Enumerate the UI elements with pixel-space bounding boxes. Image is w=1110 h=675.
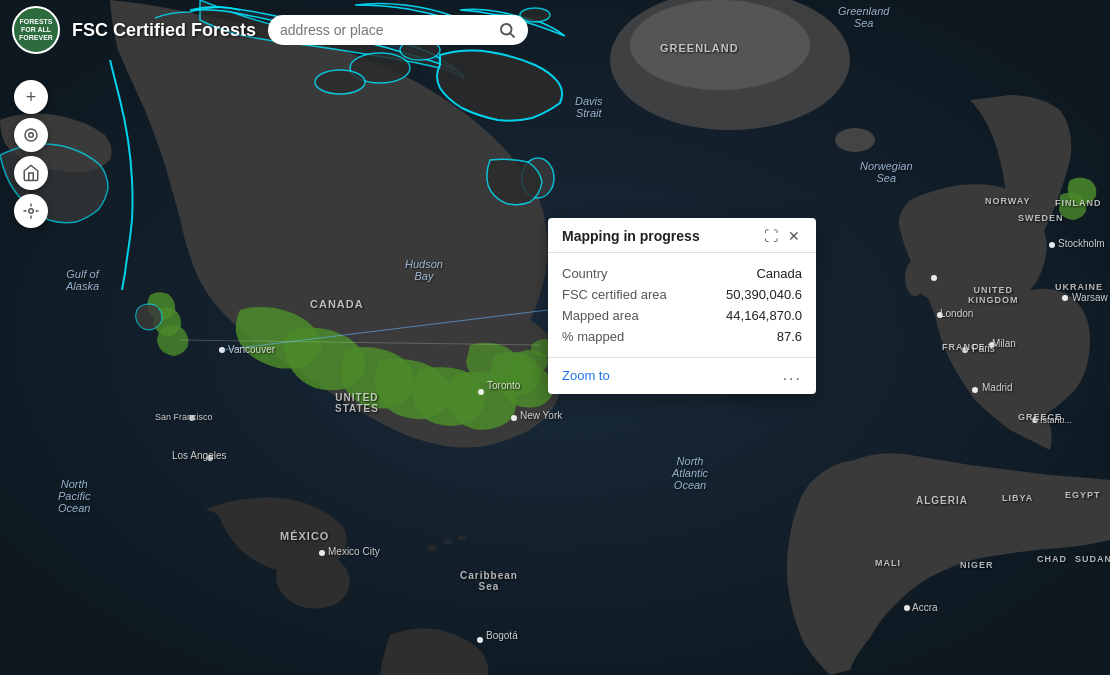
svg-point-31 xyxy=(972,387,978,393)
popup-value-fsc-area: 50,390,040.6 xyxy=(726,287,802,302)
locate-button[interactable] xyxy=(14,194,48,228)
svg-point-29 xyxy=(937,312,943,318)
svg-point-34 xyxy=(989,342,995,348)
svg-point-24 xyxy=(319,550,325,556)
popup-row-fsc-area: FSC certified area 50,390,040.6 xyxy=(562,284,802,305)
svg-point-38 xyxy=(25,129,37,141)
svg-point-33 xyxy=(931,275,937,281)
svg-point-3 xyxy=(835,128,875,152)
svg-point-23 xyxy=(207,455,213,461)
map-controls: + xyxy=(14,80,48,228)
popup: Mapping in progress ⛶ ✕ Country Canada F… xyxy=(548,218,816,394)
svg-point-30 xyxy=(962,347,968,353)
popup-row-country: Country Canada xyxy=(562,263,802,284)
popup-footer: Zoom to ... xyxy=(548,357,816,394)
popup-label-country: Country xyxy=(562,266,608,281)
svg-point-39 xyxy=(29,133,34,138)
zoom-in-button[interactable]: + xyxy=(14,80,48,114)
svg-point-20 xyxy=(478,389,484,395)
popup-label-fsc-area: FSC certified area xyxy=(562,287,667,302)
svg-point-17 xyxy=(458,536,466,540)
svg-point-27 xyxy=(1049,242,1055,248)
popup-body: Country Canada FSC certified area 50,390… xyxy=(548,253,816,357)
svg-point-25 xyxy=(477,637,483,643)
search-input[interactable] xyxy=(280,22,490,38)
popup-value-mapped-area: 44,164,870.0 xyxy=(726,308,802,323)
layers-button[interactable] xyxy=(14,118,48,152)
logo: FORESTS FOR ALL FOREVER xyxy=(12,6,60,54)
popup-header: Mapping in progress ⛶ ✕ xyxy=(548,218,816,253)
svg-point-15 xyxy=(427,545,437,551)
home-button[interactable] xyxy=(14,156,48,190)
popup-value-country: Canada xyxy=(756,266,802,281)
popup-row-pct-mapped: % mapped 87.6 xyxy=(562,326,802,347)
svg-point-5 xyxy=(905,260,925,296)
popup-maximize-button[interactable]: ⛶ xyxy=(762,229,780,243)
logo-text: FORESTS FOR ALL FOREVER xyxy=(14,18,58,41)
popup-value-pct-mapped: 87.6 xyxy=(777,329,802,344)
svg-point-21 xyxy=(511,415,517,421)
popup-row-mapped-area: Mapped area 44,164,870.0 xyxy=(562,305,802,326)
search-button[interactable] xyxy=(498,21,516,39)
zoom-to-link[interactable]: Zoom to xyxy=(562,368,610,383)
svg-point-26 xyxy=(904,605,910,611)
popup-label-pct-mapped: % mapped xyxy=(562,329,624,344)
svg-point-28 xyxy=(1062,295,1068,301)
svg-point-8 xyxy=(315,70,365,94)
popup-header-buttons: ⛶ ✕ xyxy=(762,229,802,243)
header: FORESTS FOR ALL FOREVER FSC Certified Fo… xyxy=(0,0,1110,60)
search-bar xyxy=(268,15,528,45)
more-options-button[interactable]: ... xyxy=(783,366,802,384)
app-title: FSC Certified Forests xyxy=(72,20,256,41)
popup-close-button[interactable]: ✕ xyxy=(786,229,802,243)
svg-point-22 xyxy=(189,415,195,421)
svg-point-32 xyxy=(1032,417,1038,423)
svg-point-36 xyxy=(501,24,512,35)
popup-title: Mapping in progress xyxy=(562,228,700,244)
svg-line-37 xyxy=(510,33,514,37)
svg-point-40 xyxy=(29,209,34,214)
popup-label-mapped-area: Mapped area xyxy=(562,308,639,323)
svg-point-16 xyxy=(444,540,452,544)
